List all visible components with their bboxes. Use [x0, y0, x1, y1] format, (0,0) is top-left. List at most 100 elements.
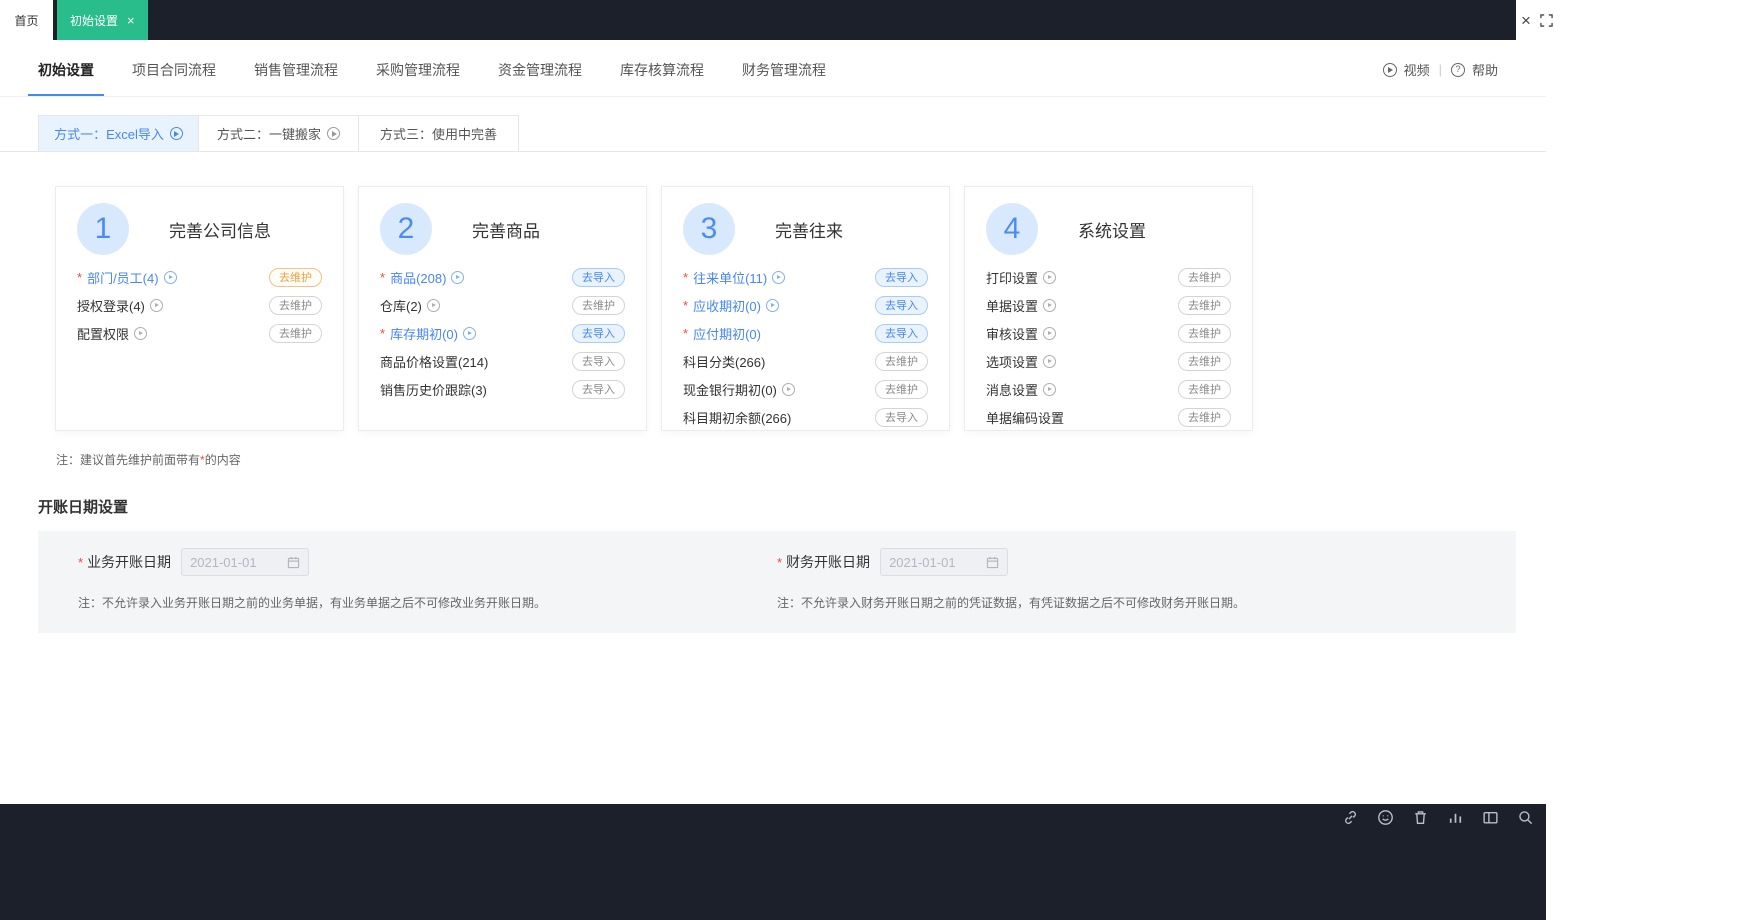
setup-item-label: 单据编码设置 — [986, 408, 1064, 427]
setup-item-text: 库存期初(0) — [390, 326, 458, 342]
play-icon[interactable] — [1043, 382, 1057, 396]
setup-item-text: 单据设置 — [986, 298, 1039, 314]
setup-item-row: * 库存期初(0) 去导入 — [380, 319, 625, 347]
home-tab[interactable]: 首页 — [0, 0, 53, 40]
go-import-button[interactable]: 去导入 — [572, 351, 625, 371]
setup-item-row: 选项设置 去维护 — [986, 347, 1231, 375]
tab-close-icon[interactable]: × — [127, 14, 135, 27]
tab-purchase-management-flow[interactable]: 采购管理流程 — [366, 60, 470, 96]
business-opening-date-input[interactable]: 2021-01-01 — [181, 548, 310, 576]
setup-item-link[interactable]: * 往来单位(11) — [683, 268, 786, 287]
setup-item-row: 配置权限 去维护 — [77, 319, 322, 347]
setup-item-row: 商品价格设置(214) 去导入 — [380, 347, 625, 375]
setup-item-label: 选项设置 — [986, 352, 1057, 371]
tab-funds-management-flow[interactable]: 资金管理流程 — [488, 60, 592, 96]
card-partners: 3 完善往来 * 往来单位(11) 去导入 * 应收期初(0) 去导入 * 应付… — [661, 186, 950, 431]
setup-item-link[interactable]: * 应付期初(0) — [683, 324, 761, 343]
go-maintain-button[interactable]: 去维护 — [875, 351, 928, 371]
play-icon[interactable] — [462, 326, 476, 340]
setup-item-label: 科目分类(266) — [683, 352, 765, 371]
setup-item-row: 现金银行期初(0) 去维护 — [683, 375, 928, 403]
play-icon[interactable] — [149, 298, 163, 312]
setup-item-link[interactable]: * 库存期初(0) — [380, 324, 476, 343]
go-import-button[interactable]: 去导入 — [875, 323, 928, 343]
setup-item-link[interactable]: * 部门/员工(4) — [77, 268, 177, 287]
setup-item-text: 审核设置 — [986, 326, 1039, 342]
go-maintain-button[interactable]: 去维护 — [269, 267, 322, 287]
setup-item-link[interactable]: * 应收期初(0) — [683, 296, 779, 315]
play-icon[interactable] — [426, 298, 440, 312]
module-tabs-bar: 初始设置 项目合同流程 销售管理流程 采购管理流程 资金管理流程 库存核算流程 … — [0, 40, 1546, 97]
finance-opening-date-field: * 财务开账日期 2021-01-01 注：不允许录入财务开账日期之前的凭证数据… — [777, 548, 1476, 633]
fullscreen-icon[interactable] — [1540, 13, 1553, 27]
required-star: * — [683, 269, 689, 285]
initial-settings-tab-label: 初始设置 — [70, 13, 119, 28]
finance-opening-date-input[interactable]: 2021-01-01 — [880, 548, 1009, 576]
go-maintain-button[interactable]: 去维护 — [269, 295, 322, 315]
go-import-button[interactable]: 去导入 — [572, 323, 625, 343]
play-icon[interactable] — [451, 270, 465, 284]
method-tab-improve-in-use[interactable]: 方式三：使用中完善 — [358, 115, 519, 151]
note-text: 的内容 — [204, 453, 241, 467]
play-icon[interactable] — [134, 326, 148, 340]
setup-item-label: 仓库(2) — [380, 296, 440, 315]
go-maintain-button[interactable]: 去维护 — [875, 379, 928, 399]
go-maintain-button[interactable]: 去维护 — [1178, 267, 1231, 287]
card-title: 完善商品 — [472, 221, 540, 241]
go-maintain-button[interactable]: 去维护 — [1178, 295, 1231, 315]
play-icon[interactable] — [772, 270, 786, 284]
go-maintain-button[interactable]: 去维护 — [1178, 379, 1231, 399]
tab-sales-management-flow[interactable]: 销售管理流程 — [244, 60, 348, 96]
setup-item-row: * 部门/员工(4) 去维护 — [77, 263, 322, 291]
go-import-button[interactable]: 去导入 — [875, 407, 928, 427]
tab-inventory-accounting-flow[interactable]: 库存核算流程 — [610, 60, 714, 96]
initial-settings-tab[interactable]: 初始设置 × — [57, 0, 148, 40]
layout-icon[interactable] — [1482, 809, 1499, 826]
go-import-button[interactable]: 去导入 — [572, 267, 625, 287]
go-maintain-button[interactable]: 去维护 — [1178, 323, 1231, 343]
go-import-button[interactable]: 去导入 — [572, 379, 625, 399]
setup-item-text: 商品(208) — [390, 270, 447, 286]
tab-finance-management-flow[interactable]: 财务管理流程 — [732, 60, 836, 96]
tab-initial-settings[interactable]: 初始设置 — [28, 60, 104, 96]
link-icon[interactable] — [1342, 809, 1359, 826]
tab-project-contract-flow[interactable]: 项目合同流程 — [122, 60, 226, 96]
play-icon[interactable] — [1043, 354, 1057, 368]
trash-icon[interactable] — [1412, 809, 1429, 826]
method-tab-one-key-move[interactable]: 方式二：一键搬家 — [198, 115, 359, 151]
play-icon[interactable] — [1043, 326, 1057, 340]
video-link[interactable]: 视频 — [1404, 60, 1430, 79]
setup-item-row: * 商品(208) 去导入 — [380, 263, 625, 291]
setup-item-text: 科目分类(266) — [683, 354, 766, 370]
setup-item-text: 单据编码设置 — [986, 410, 1065, 426]
top-bar: 首页 初始设置 × — [0, 0, 1516, 40]
close-icon[interactable]: × — [1521, 12, 1531, 29]
required-star: * — [78, 554, 84, 570]
emoji-icon[interactable] — [1377, 809, 1394, 826]
method-tab-excel-import[interactable]: 方式一：Excel导入 — [38, 115, 199, 151]
setup-item-label: 现金银行期初(0) — [683, 380, 795, 399]
required-star: * — [683, 297, 689, 313]
setup-item-text: 打印设置 — [986, 270, 1039, 286]
help-link[interactable]: 帮助 — [1472, 60, 1498, 79]
go-import-button[interactable]: 去导入 — [875, 267, 928, 287]
stats-icon[interactable] — [1447, 809, 1464, 826]
play-icon[interactable] — [1043, 270, 1057, 284]
go-import-button[interactable]: 去导入 — [875, 295, 928, 315]
setup-cards: 1 完善公司信息 * 部门/员工(4) 去维护 授权登录(4) 去维护 配置权限… — [0, 152, 1546, 431]
setup-item-label: 消息设置 — [986, 380, 1057, 399]
card-title: 完善公司信息 — [169, 221, 271, 241]
setup-item-link[interactable]: * 商品(208) — [380, 268, 465, 287]
opening-date-section-title: 开账日期设置 — [38, 499, 129, 516]
play-icon[interactable] — [765, 298, 779, 312]
setup-item-text: 往来单位(11) — [693, 270, 768, 286]
go-maintain-button[interactable]: 去维护 — [1178, 351, 1231, 371]
go-maintain-button[interactable]: 去维护 — [572, 295, 625, 315]
go-maintain-button[interactable]: 去维护 — [1178, 407, 1231, 427]
play-icon[interactable] — [1043, 298, 1057, 312]
play-icon[interactable] — [163, 270, 177, 284]
play-icon[interactable] — [781, 382, 795, 396]
search-icon[interactable] — [1517, 809, 1534, 826]
setup-item-row: 消息设置 去维护 — [986, 375, 1231, 403]
go-maintain-button[interactable]: 去维护 — [269, 323, 322, 343]
